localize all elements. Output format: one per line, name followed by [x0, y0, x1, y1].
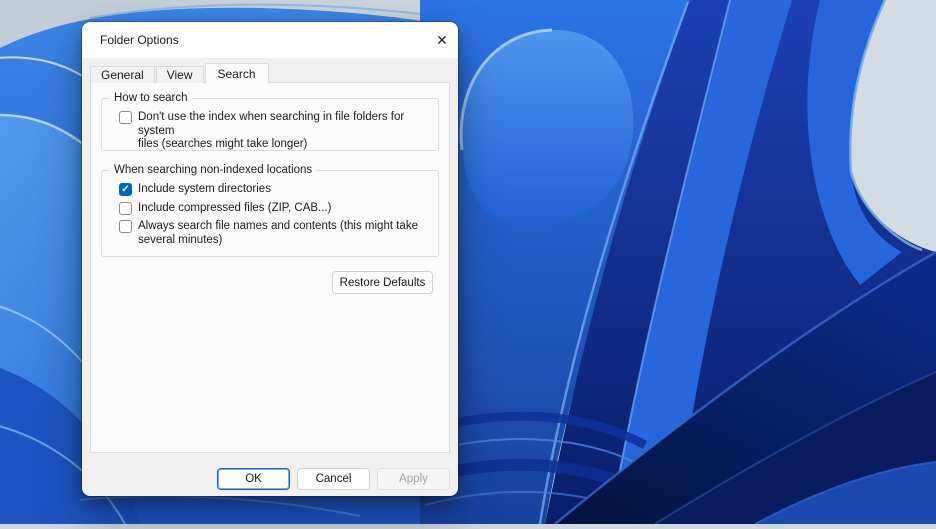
restore-defaults-button[interactable]: Restore Defaults: [332, 271, 433, 294]
group-legend: When searching non-indexed locations: [110, 164, 317, 177]
checkbox-row-always-search-contents: ✓ Always search file names and contents …: [119, 220, 432, 247]
group-legend: How to search: [110, 92, 192, 105]
group-how-to-search: How to search ✓ Don't use the index when…: [101, 92, 439, 152]
desktop: { "window": { "title": "Folder Options" …: [0, 0, 936, 525]
checkbox-row-include-compressed-files: ✓ Include compressed files (ZIP, CAB...): [119, 201, 432, 216]
cancel-button[interactable]: Cancel: [297, 468, 370, 490]
apply-button[interactable]: Apply: [377, 468, 450, 490]
checkbox-label[interactable]: Always search file names and contents (t…: [138, 220, 418, 247]
tab-label: View: [166, 68, 193, 82]
check-icon: ✓: [121, 183, 130, 195]
checkbox-dont-use-index[interactable]: ✓: [119, 111, 132, 124]
group-non-indexed-locations: When searching non-indexed locations ✓ I…: [101, 164, 439, 257]
search-tab-page: How to search ✓ Don't use the index when…: [90, 82, 450, 453]
close-button[interactable]: ✕: [430, 28, 454, 52]
dialog-title: Folder Options: [100, 33, 179, 47]
dialog-footer: OK Cancel Apply: [82, 453, 458, 496]
checkbox-always-search-contents[interactable]: ✓: [119, 220, 132, 233]
checkbox-row-include-system-directories: ✓ Include system directories: [119, 183, 432, 197]
checkbox-row-dont-use-index: ✓ Don't use the index when searching in …: [119, 111, 432, 152]
checkbox-include-system-directories[interactable]: ✓: [119, 183, 132, 196]
checkbox-label[interactable]: Include system directories: [138, 183, 271, 197]
folder-options-dialog: Folder Options ✕ General View Search How…: [82, 22, 458, 496]
ok-button[interactable]: OK: [217, 468, 290, 490]
checkbox-label[interactable]: Don't use the index when searching in fi…: [138, 111, 432, 152]
title-bar: Folder Options: [82, 22, 458, 58]
tab-label: General: [101, 68, 144, 82]
checkbox-include-compressed-files[interactable]: ✓: [119, 201, 132, 215]
tab-label: Search: [217, 66, 256, 81]
tab-search[interactable]: Search: [204, 63, 269, 84]
tab-general[interactable]: General: [90, 66, 155, 83]
close-icon: ✕: [436, 31, 448, 48]
tab-bar: General View Search: [90, 62, 270, 84]
checkbox-label[interactable]: Include compressed files (ZIP, CAB...): [138, 202, 331, 216]
tab-view[interactable]: View: [155, 66, 204, 83]
